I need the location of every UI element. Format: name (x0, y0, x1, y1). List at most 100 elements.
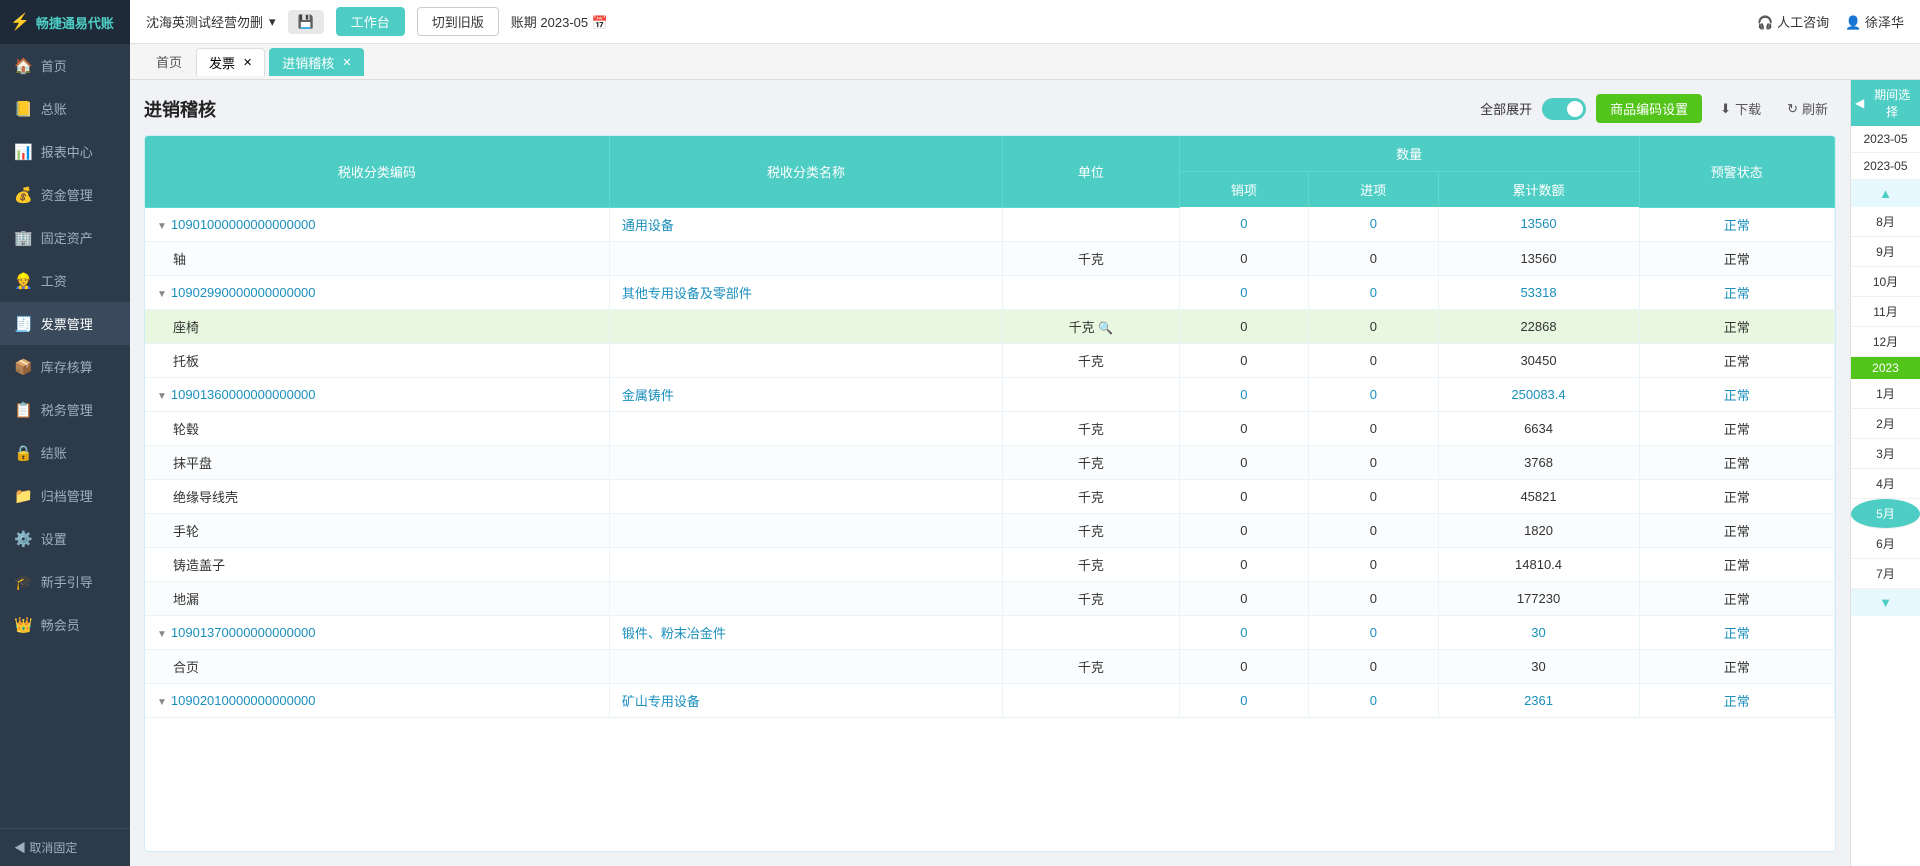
row-status: 正常 (1639, 445, 1834, 479)
sidebar-item-11[interactable]: ⚙️设置 (0, 517, 130, 560)
col-header-sales: 销项 (1179, 172, 1308, 208)
save-button[interactable]: 💾 (288, 10, 324, 34)
row-unit (1003, 683, 1180, 717)
scroll-down-arrow[interactable]: ▼ (1851, 589, 1920, 616)
row-name: 锻件、粉末冶金件 (609, 615, 1002, 649)
row-desc (609, 581, 1002, 615)
sidebar-item-2[interactable]: 📊报表中心 (0, 130, 130, 173)
row-purchase: 0 (1309, 513, 1438, 547)
row-purchase: 0 (1309, 581, 1438, 615)
sidebar-icon-3: 💰 (14, 186, 33, 204)
page-header: 进销稽核 全部展开 商品编码设置 ⬇ 下载 ↻ 刷新 (144, 94, 1836, 123)
month-4[interactable]: 4月 (1851, 469, 1920, 499)
workspace-button[interactable]: 工作台 (336, 7, 405, 36)
sidebar-icon-8: 📋 (14, 401, 33, 419)
row-desc (609, 547, 1002, 581)
app-name: 畅捷通易代账 (36, 13, 114, 32)
row-sales: 0 (1179, 479, 1308, 513)
tab-home[interactable]: 首页 (146, 52, 192, 71)
row-unit (1003, 275, 1180, 309)
sidebar-item-8[interactable]: 📋税务管理 (0, 388, 130, 431)
month-10[interactable]: 10月 (1851, 267, 1920, 297)
refresh-btn[interactable]: ↻ 刷新 (1779, 95, 1836, 122)
row-sales: 0 (1179, 547, 1308, 581)
row-purchase: 0 (1309, 411, 1438, 445)
page-actions: 全部展开 商品编码设置 ⬇ 下载 ↻ 刷新 (1480, 94, 1836, 123)
row-unit (1003, 377, 1180, 411)
top-month-1[interactable]: 2023-05 (1851, 126, 1920, 153)
sidebar-icon-4: 🏢 (14, 229, 33, 247)
row-sales: 0 (1179, 683, 1308, 717)
product-code-btn[interactable]: 商品编码设置 (1596, 94, 1702, 123)
unpin-label: ◀ 取消固定 (14, 839, 77, 856)
row-name: 通用设备 (609, 207, 1002, 241)
page-title: 进销稽核 (144, 96, 216, 122)
month-7-bottom[interactable]: 7月 (1851, 559, 1920, 589)
switch-version-button[interactable]: 切到旧版 (417, 7, 499, 36)
unpin-sidebar[interactable]: ◀ 取消固定 (0, 828, 130, 866)
month-3[interactable]: 3月 (1851, 439, 1920, 469)
row-desc (609, 479, 1002, 513)
sidebar-item-10[interactable]: 📁归档管理 (0, 474, 130, 517)
search-icon[interactable]: 🔍 (1098, 321, 1113, 335)
tab-invoice-close[interactable]: ✕ (243, 56, 252, 69)
row-total: 3768 (1438, 445, 1639, 479)
row-name: 轮毂 (145, 411, 609, 445)
month-2[interactable]: 2月 (1851, 409, 1920, 439)
year-2023[interactable]: 2023 (1851, 357, 1920, 379)
sidebar-item-12[interactable]: 🎓新手引导 (0, 560, 130, 603)
help-button[interactable]: 🎧 人工咨询 (1757, 12, 1829, 31)
logo-icon: ⚡ (10, 12, 30, 32)
sidebar-item-1[interactable]: 📒总账 (0, 87, 130, 130)
table-row: 托板 千克 0 0 30450 正常 (145, 343, 1835, 377)
download-btn[interactable]: ⬇ 下载 (1712, 95, 1769, 122)
top-month-2[interactable]: 2023-05 (1851, 153, 1920, 180)
scroll-up-arrow[interactable]: ▲ (1851, 180, 1920, 207)
sidebar-icon-13: 👑 (14, 616, 33, 634)
table-row: 轴 千克 0 0 13560 正常 (145, 241, 1835, 275)
row-desc (609, 513, 1002, 547)
month-12[interactable]: 12月 (1851, 327, 1920, 357)
row-unit: 千克 (1003, 649, 1180, 683)
tabbar: 首页 发票 ✕ 进销稽核 ✕ (130, 44, 1920, 80)
month-6[interactable]: 6月 (1851, 529, 1920, 559)
month-9[interactable]: 9月 (1851, 237, 1920, 267)
period-selector-header[interactable]: ◀期间选择 (1851, 80, 1920, 126)
row-sales: 0 (1179, 445, 1308, 479)
sidebar-item-3[interactable]: 💰资金管理 (0, 173, 130, 216)
table-row: 座椅 千克 🔍 0 0 22868 正常 (145, 309, 1835, 343)
sidebar-item-4[interactable]: 🏢固定资产 (0, 216, 130, 259)
sidebar-icon-10: 📁 (14, 487, 33, 505)
row-unit: 千克 (1003, 411, 1180, 445)
row-purchase: 0 (1309, 445, 1438, 479)
row-status: 正常 (1639, 513, 1834, 547)
sidebar-label-1: 总账 (41, 99, 67, 118)
tab-reconcile[interactable]: 进销稽核 ✕ (269, 48, 364, 76)
sidebar-item-9[interactable]: 🔒结账 (0, 431, 130, 474)
row-name: 手轮 (145, 513, 609, 547)
row-status: 正常 (1639, 241, 1834, 275)
row-name: 抹平盘 (145, 445, 609, 479)
tab-invoice[interactable]: 发票 ✕ (196, 48, 265, 76)
month-1[interactable]: 1月 (1851, 379, 1920, 409)
row-status: 正常 (1639, 615, 1834, 649)
sidebar-item-13[interactable]: 👑畅会员 (0, 603, 130, 646)
row-sales: 0 (1179, 275, 1308, 309)
row-desc (609, 649, 1002, 683)
row-code: ▼10901360000000000000 (145, 377, 609, 411)
row-purchase: 0 (1309, 309, 1438, 343)
month-8[interactable]: 8月 (1851, 207, 1920, 237)
data-table-container: 税收分类编码 税收分类名称 单位 数量 预警状态 销项 进项 累计数额 (144, 135, 1836, 852)
tab-reconcile-close[interactable]: ✕ (342, 56, 351, 69)
row-name: 铸造盖子 (145, 547, 609, 581)
expand-toggle[interactable] (1542, 98, 1586, 120)
sidebar-item-7[interactable]: 📦库存核算 (0, 345, 130, 388)
sidebar-item-0[interactable]: 🏠首页 (0, 44, 130, 87)
sidebar-item-6[interactable]: 🧾发票管理 (0, 302, 130, 345)
row-sales: 0 (1179, 411, 1308, 445)
month-5[interactable]: 5月 (1851, 499, 1920, 529)
row-total: 13560 (1438, 207, 1639, 241)
company-selector[interactable]: 沈海英测试经营勿删 ▾ (146, 12, 276, 31)
month-11[interactable]: 11月 (1851, 297, 1920, 327)
sidebar-item-5[interactable]: 👷工资 (0, 259, 130, 302)
